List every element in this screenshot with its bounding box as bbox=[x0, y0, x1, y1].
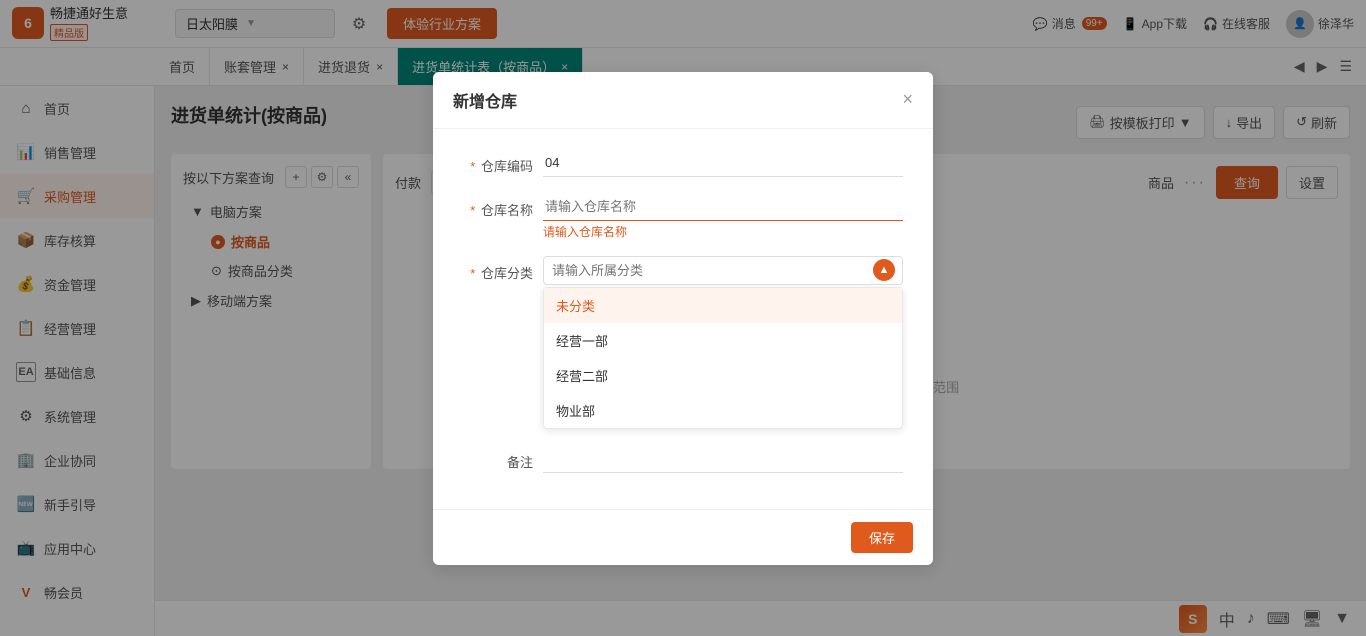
save-button[interactable]: 保存 bbox=[851, 522, 913, 553]
dropdown-item-dept1[interactable]: 经营一部 bbox=[544, 323, 902, 358]
remark-form-row: 备注 bbox=[463, 445, 903, 473]
remark-label: 备注 bbox=[463, 445, 543, 471]
category-label: * 仓库分类 bbox=[463, 256, 543, 282]
name-input[interactable] bbox=[543, 193, 903, 221]
code-form-row: * 仓库编码 bbox=[463, 149, 903, 177]
dropdown-item-dept2[interactable]: 经营二部 bbox=[544, 358, 902, 393]
remark-input[interactable] bbox=[543, 445, 903, 473]
dropdown-item-dept3[interactable]: 物业部 bbox=[544, 393, 902, 428]
category-select-container: ▲ bbox=[543, 256, 903, 285]
code-field bbox=[543, 149, 903, 177]
name-field: 请输入仓库名称 bbox=[543, 193, 903, 240]
category-field: ▲ 未分类 经营一部 经营二部 物业部 bbox=[543, 256, 903, 429]
modal-title: 新增仓库 bbox=[453, 88, 517, 112]
name-form-row: * 仓库名称 请输入仓库名称 bbox=[463, 193, 903, 240]
remark-field bbox=[543, 445, 903, 473]
code-input[interactable] bbox=[543, 149, 903, 177]
modal-footer: 保存 bbox=[433, 509, 933, 565]
modal-close-button[interactable]: × bbox=[902, 89, 913, 110]
category-arrow-icon[interactable]: ▲ bbox=[873, 259, 895, 281]
category-dropdown: 未分类 经营一部 经营二部 物业部 bbox=[543, 287, 903, 429]
modal-overlay: 新增仓库 × * 仓库编码 * 仓库名称 bbox=[0, 0, 1366, 636]
code-label: * 仓库编码 bbox=[463, 149, 543, 175]
dropdown-item-uncategorized[interactable]: 未分类 bbox=[544, 288, 902, 323]
name-label: * 仓库名称 bbox=[463, 193, 543, 219]
modal-body: * 仓库编码 * 仓库名称 请输入仓库名称 bbox=[433, 129, 933, 509]
add-warehouse-modal: 新增仓库 × * 仓库编码 * 仓库名称 bbox=[433, 72, 933, 565]
category-form-row: * 仓库分类 ▲ 未分类 经营一部 经营二部 物业部 bbox=[463, 256, 903, 429]
category-input[interactable] bbox=[543, 256, 903, 285]
modal-header: 新增仓库 × bbox=[433, 72, 933, 129]
name-error-msg: 请输入仓库名称 bbox=[543, 223, 903, 240]
